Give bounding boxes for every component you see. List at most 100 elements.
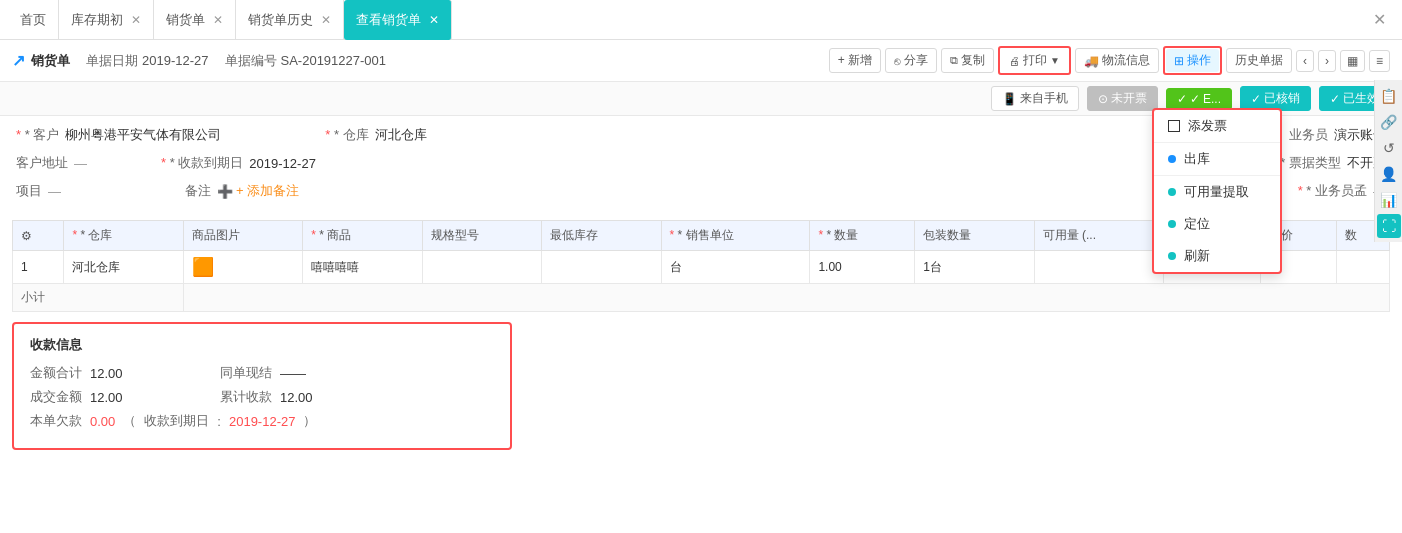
- row-min-stock: [542, 251, 661, 284]
- tab-sales-order[interactable]: 销货单 ✕: [154, 0, 236, 40]
- outstanding-field: 本单欠款 0.00 （ 收款到期日 : 2019-12-27 ）: [30, 412, 380, 430]
- row-product: 嘻嘻嘻嘻: [303, 251, 422, 284]
- col-pkg-qty: 包装数量: [915, 221, 1034, 251]
- available-icon: [1168, 188, 1176, 196]
- tab-close-view[interactable]: ✕: [429, 13, 439, 27]
- same-order-field: 同单现结 ——: [220, 364, 370, 382]
- outbound-item[interactable]: 出库: [1154, 143, 1280, 175]
- col-warehouse: * * 仓库: [64, 221, 183, 251]
- form-title-text: 销货单: [31, 52, 70, 70]
- add-note-button[interactable]: ➕ + 添加备注: [217, 182, 299, 200]
- sold-icon: ✓: [1251, 92, 1261, 106]
- mobile-source-button[interactable]: 📱 来自手机: [991, 86, 1079, 111]
- check-button[interactable]: ✓ ✓ E...: [1166, 88, 1232, 110]
- locate-item[interactable]: 定位: [1154, 208, 1280, 240]
- row-qty: 1.00: [810, 251, 915, 284]
- grid-view-button[interactable]: ▦: [1340, 50, 1365, 72]
- subtotal-values: [183, 284, 1389, 312]
- logistics-icon: 🚚: [1084, 54, 1099, 68]
- tab-view-sales[interactable]: 查看销货单 ✕: [344, 0, 452, 40]
- form-header: ↗ 销货单 单据日期 2019-12-27 单据编号 SA-20191227-0…: [0, 40, 1402, 82]
- history-button[interactable]: 历史单据: [1226, 48, 1292, 73]
- operation-dropdown: 添发票 出库 可用量提取 定位 刷新: [1152, 108, 1282, 274]
- mobile-icon: 📱: [1002, 92, 1017, 106]
- copy-icon: ⧉: [950, 54, 958, 67]
- row-amount: [1336, 251, 1389, 284]
- same-order-value: ——: [280, 366, 306, 381]
- accumulated-field: 累计收款 12.00: [220, 388, 370, 406]
- sales-order-icon: ↗: [12, 51, 25, 70]
- sidebar-icon-4[interactable]: 👤: [1377, 162, 1401, 186]
- subtotal-row: 小计: [13, 284, 1390, 312]
- operation-button[interactable]: ⊞ 操作: [1166, 49, 1219, 72]
- new-button[interactable]: + 新增: [829, 48, 881, 73]
- payment-row-3: 本单欠款 0.00 （ 收款到期日 : 2019-12-27 ）: [30, 412, 494, 430]
- customer-field: * * 客户 柳州粤港平安气体有限公司: [16, 126, 221, 144]
- payment-row-2: 成交金额 12.00 累计收款 12.00: [30, 388, 494, 406]
- tab-inventory-init[interactable]: 库存期初 ✕: [59, 0, 154, 40]
- list-view-button[interactable]: ≡: [1369, 50, 1390, 72]
- row-no: 1: [13, 251, 64, 284]
- window-close-button[interactable]: ✕: [1365, 6, 1394, 33]
- warehouse-value: 河北仓库: [375, 126, 427, 144]
- next-button[interactable]: ›: [1318, 50, 1336, 72]
- row-pkg-qty: 1台: [915, 251, 1034, 284]
- tab-home[interactable]: 首页: [8, 0, 59, 40]
- payment-date-field: * * 收款到期日 2019-12-27: [161, 154, 316, 172]
- subtotal-label: 小计: [13, 284, 184, 312]
- sidebar-icon-3[interactable]: ↺: [1377, 136, 1401, 160]
- tab-close-inventory[interactable]: ✕: [131, 13, 141, 27]
- not-open-button[interactable]: ⊙ 未开票: [1087, 86, 1158, 111]
- date-label: 单据日期: [86, 52, 138, 70]
- row-unit: 台: [661, 251, 810, 284]
- row-warehouse: 河北仓库: [64, 251, 183, 284]
- amount-value: 12.00: [90, 366, 123, 381]
- col-min-stock: 最低库存: [542, 221, 661, 251]
- print-icon: 🖨: [1009, 55, 1020, 67]
- tab-sales-history[interactable]: 销货单历史 ✕: [236, 0, 344, 40]
- sales-staff-field: * * 业务员孟 —: [1298, 182, 1386, 200]
- not-open-icon: ⊙: [1098, 92, 1108, 106]
- outstanding-value: 0.00: [90, 414, 115, 429]
- outbound-icon: [1168, 155, 1176, 163]
- available-pickup-item[interactable]: 可用量提取: [1154, 176, 1280, 208]
- form-meta: 单据日期 2019-12-27 单据编号 SA-20191227-001: [86, 52, 386, 70]
- sidebar-icon-6[interactable]: ⛶: [1377, 214, 1401, 238]
- ticket-type-field: * * 票据类型 不开票: [1272, 154, 1386, 172]
- main-content: ↗ 销货单 单据日期 2019-12-27 单据编号 SA-20191227-0…: [0, 40, 1402, 533]
- operation-icon: ⊞: [1174, 54, 1184, 68]
- product-image: 🟧: [192, 257, 214, 277]
- share-icon: ⎋: [894, 55, 901, 67]
- effective-icon: ✓: [1330, 92, 1340, 106]
- check-icon: ✓: [1177, 92, 1187, 106]
- col-product: * * 商品: [303, 221, 422, 251]
- tab-close-sales[interactable]: ✕: [213, 13, 223, 27]
- right-sidebar: 📋 🔗 ↺ 👤 📊 ⛶: [1374, 80, 1402, 242]
- col-unit: * * 销售单位: [661, 221, 810, 251]
- operation-highlight-box: ⊞ 操作: [1163, 46, 1222, 75]
- doc-no-value: SA-20191227-001: [281, 53, 387, 68]
- address-field: 客户地址 —: [16, 154, 87, 172]
- share-button[interactable]: ⎋ 分享: [885, 48, 937, 73]
- sidebar-icon-1[interactable]: 📋: [1377, 84, 1401, 108]
- print-button[interactable]: 🖨 打印 ▼: [1001, 49, 1068, 72]
- sidebar-icon-5[interactable]: 📊: [1377, 188, 1401, 212]
- sidebar-icon-2[interactable]: 🔗: [1377, 110, 1401, 134]
- due-date-value: 2019-12-27: [229, 414, 296, 429]
- payment-info-box: 收款信息 金额合计 12.00 同单现结 —— 成交金额 12.00 累计收款: [12, 322, 512, 450]
- note-field: 备注 ➕ + 添加备注: [185, 182, 299, 200]
- print-dropdown-icon: ▼: [1050, 55, 1060, 66]
- refresh-item[interactable]: 刷新: [1154, 240, 1280, 272]
- gear-icon[interactable]: ⚙: [21, 229, 32, 243]
- add-invoice-item[interactable]: 添发票: [1154, 110, 1280, 142]
- prev-button[interactable]: ‹: [1296, 50, 1314, 72]
- col-qty: * * 数量: [810, 221, 915, 251]
- payment-title: 收款信息: [30, 336, 494, 354]
- tab-close-history[interactable]: ✕: [321, 13, 331, 27]
- col-spec: 规格型号: [422, 221, 541, 251]
- row-spec: [422, 251, 541, 284]
- row-img: 🟧: [183, 251, 302, 284]
- logistics-button[interactable]: 🚚 物流信息: [1075, 48, 1159, 73]
- copy-button[interactable]: ⧉ 复制: [941, 48, 994, 73]
- col-available: 可用量 (...: [1034, 221, 1163, 251]
